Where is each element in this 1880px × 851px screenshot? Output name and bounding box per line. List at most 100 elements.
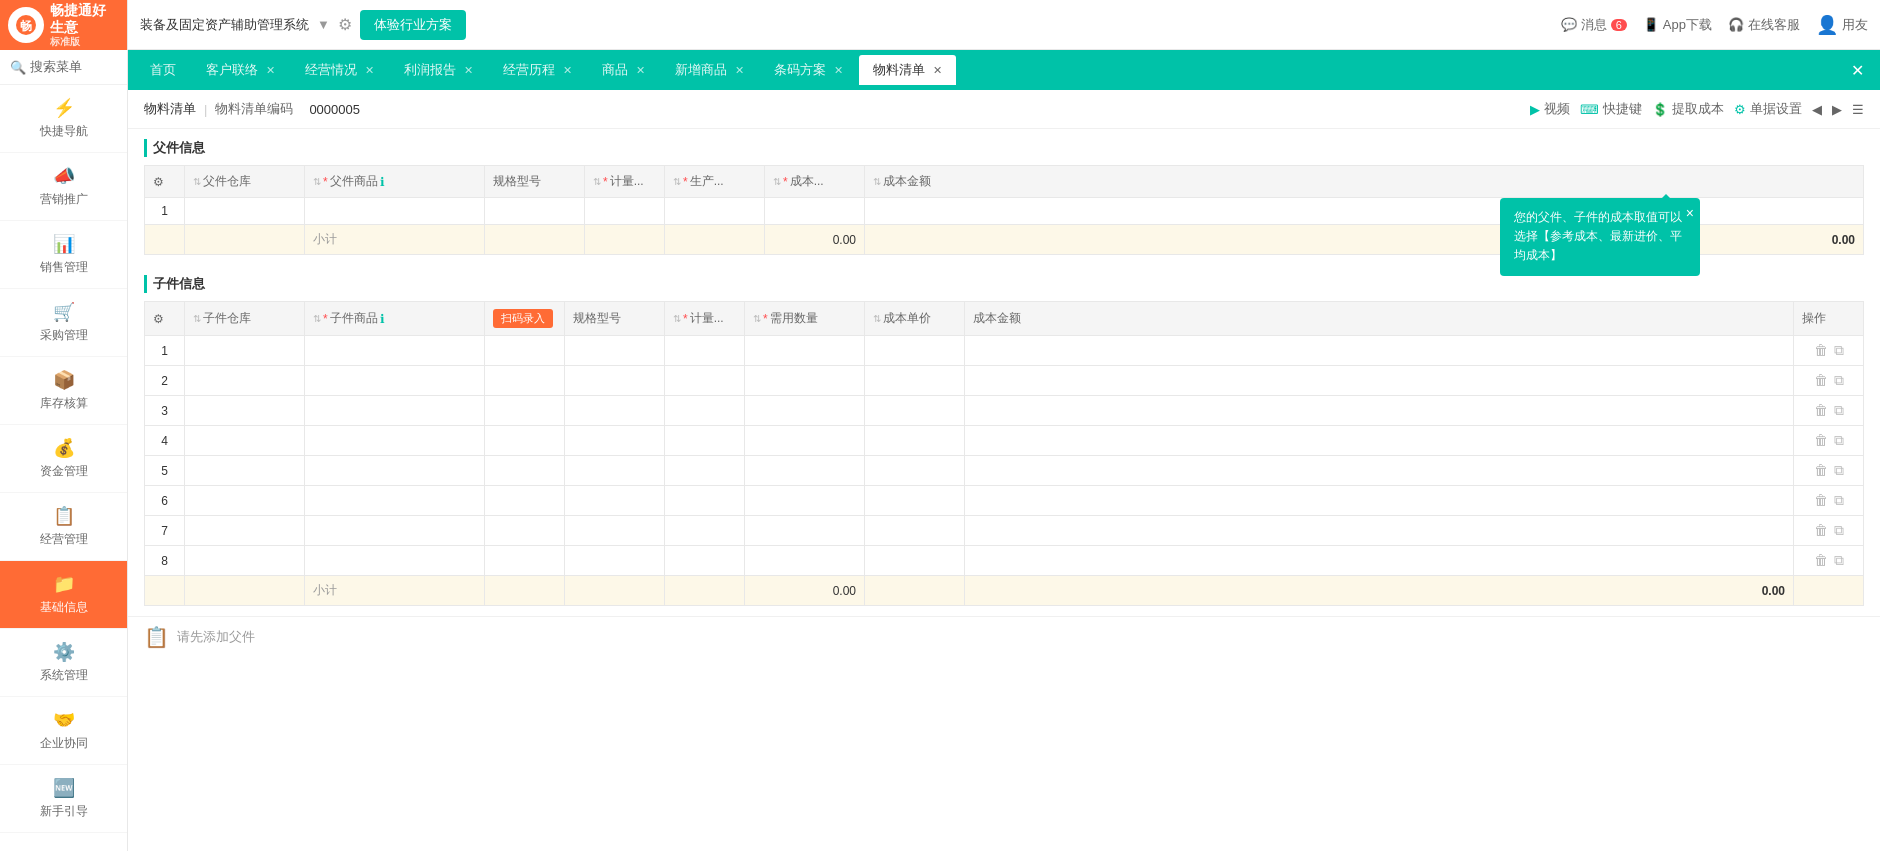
child-row-unit-6[interactable]	[665, 486, 745, 516]
child-row-warehouse-5[interactable]	[185, 456, 305, 486]
parent-row-cost-1[interactable]	[765, 198, 865, 225]
child-row-warehouse-1[interactable]	[185, 336, 305, 366]
child-row-amount-2[interactable]	[965, 366, 1794, 396]
sidebar-item-purchase[interactable]: 🛒 采购管理	[0, 289, 127, 357]
parent-row-spec-1[interactable]	[485, 198, 585, 225]
nav-prev-btn[interactable]: ◀	[1812, 102, 1822, 117]
child-row-product-3[interactable]	[305, 396, 485, 426]
child-row-price-2[interactable]	[865, 366, 965, 396]
child-row-warehouse-8[interactable]	[185, 546, 305, 576]
list-view-btn[interactable]: ☰	[1852, 102, 1864, 117]
nav-next-btn[interactable]: ▶	[1832, 102, 1842, 117]
child-row-warehouse-2[interactable]	[185, 366, 305, 396]
child-row-unit-8[interactable]	[665, 546, 745, 576]
child-row-qty-2[interactable]	[745, 366, 865, 396]
child-row-price-1[interactable]	[865, 336, 965, 366]
sidebar-item-finance[interactable]: 💰 资金管理	[0, 425, 127, 493]
child-row-product-6[interactable]	[305, 486, 485, 516]
tab-home[interactable]: 首页	[136, 55, 190, 85]
sidebar-item-system[interactable]: ⚙️ 系统管理	[0, 629, 127, 697]
child-row-price-4[interactable]	[865, 426, 965, 456]
child-row-qty-1[interactable]	[745, 336, 865, 366]
child-row-amount-3[interactable]	[965, 396, 1794, 426]
delete-icon-4[interactable]: 🗑	[1814, 432, 1828, 449]
sidebar-item-sales[interactable]: 📊 销售管理	[0, 221, 127, 289]
sidebar-item-quick-nav[interactable]: ⚡ 快捷导航	[0, 85, 127, 153]
tab-history[interactable]: 经营历程 ✕	[489, 55, 586, 85]
child-row-warehouse-4[interactable]	[185, 426, 305, 456]
online-service-btn[interactable]: 🎧 在线客服	[1728, 16, 1800, 34]
message-btn[interactable]: 💬 消息 6	[1561, 16, 1627, 34]
sidebar-item-basic-info[interactable]: 📁 基础信息	[0, 561, 127, 629]
view-btn[interactable]: ▶ 视频	[1530, 100, 1570, 118]
tab-new-product-close[interactable]: ✕	[735, 64, 744, 77]
tooltip-close-btn[interactable]: ×	[1686, 202, 1694, 224]
tab-bom-close[interactable]: ✕	[933, 64, 942, 77]
delete-icon-7[interactable]: 🗑	[1814, 522, 1828, 539]
trial-btn[interactable]: 体验行业方案	[360, 10, 466, 40]
copy-icon-4[interactable]: ⧉	[1834, 432, 1844, 449]
child-row-warehouse-6[interactable]	[185, 486, 305, 516]
tab-products-close[interactable]: ✕	[636, 64, 645, 77]
cost-btn[interactable]: 💲 提取成本	[1652, 100, 1724, 118]
child-row-unit-7[interactable]	[665, 516, 745, 546]
sidebar-item-operations[interactable]: 📋 经营管理	[0, 493, 127, 561]
tab-customer-close[interactable]: ✕	[266, 64, 275, 77]
delete-icon-2[interactable]: 🗑	[1814, 372, 1828, 389]
child-row-price-6[interactable]	[865, 486, 965, 516]
search-menu[interactable]: 🔍 搜索菜单	[0, 50, 127, 85]
copy-icon-3[interactable]: ⧉	[1834, 402, 1844, 419]
copy-icon-1[interactable]: ⧉	[1834, 342, 1844, 359]
child-row-spec-5[interactable]	[565, 456, 665, 486]
child-row-spec-6[interactable]	[565, 486, 665, 516]
tab-history-close[interactable]: ✕	[563, 64, 572, 77]
child-row-product-1[interactable]	[305, 336, 485, 366]
child-row-spec-1[interactable]	[565, 336, 665, 366]
settings-btn[interactable]: ⚙ 单据设置	[1734, 100, 1802, 118]
tab-ops-status-close[interactable]: ✕	[365, 64, 374, 77]
child-row-product-8[interactable]	[305, 546, 485, 576]
child-row-amount-1[interactable]	[965, 336, 1794, 366]
child-row-qty-6[interactable]	[745, 486, 865, 516]
sidebar-item-guide[interactable]: 🆕 新手引导	[0, 765, 127, 833]
child-row-amount-6[interactable]	[965, 486, 1794, 516]
delete-icon-1[interactable]: 🗑	[1814, 342, 1828, 359]
tab-bom[interactable]: 物料清单 ✕	[859, 55, 956, 85]
sidebar-item-inventory[interactable]: 📦 库存核算	[0, 357, 127, 425]
close-all-tabs-btn[interactable]: ✕	[1843, 57, 1872, 84]
child-row-amount-7[interactable]	[965, 516, 1794, 546]
child-row-product-2[interactable]	[305, 366, 485, 396]
tab-profit[interactable]: 利润报告 ✕	[390, 55, 487, 85]
copy-icon-7[interactable]: ⧉	[1834, 522, 1844, 539]
child-row-product-4[interactable]	[305, 426, 485, 456]
delete-icon-6[interactable]: 🗑	[1814, 492, 1828, 509]
child-row-spec-4[interactable]	[565, 426, 665, 456]
child-row-amount-5[interactable]	[965, 456, 1794, 486]
copy-icon-5[interactable]: ⧉	[1834, 462, 1844, 479]
child-row-spec-3[interactable]	[565, 396, 665, 426]
delete-icon-5[interactable]: 🗑	[1814, 462, 1828, 479]
child-row-unit-4[interactable]	[665, 426, 745, 456]
parent-row-produce-1[interactable]	[665, 198, 765, 225]
tab-new-product[interactable]: 新增商品 ✕	[661, 55, 758, 85]
child-row-amount-4[interactable]	[965, 426, 1794, 456]
child-row-product-5[interactable]	[305, 456, 485, 486]
child-row-spec-7[interactable]	[565, 516, 665, 546]
copy-icon-2[interactable]: ⧉	[1834, 372, 1844, 389]
tab-barcode[interactable]: 条码方案 ✕	[760, 55, 857, 85]
scan-btn[interactable]: 扫码录入	[493, 309, 553, 328]
settings-col-icon[interactable]: ⚙	[153, 175, 164, 189]
child-row-warehouse-3[interactable]	[185, 396, 305, 426]
copy-icon-8[interactable]: ⧉	[1834, 552, 1844, 569]
child-row-qty-3[interactable]	[745, 396, 865, 426]
child-row-qty-5[interactable]	[745, 456, 865, 486]
parent-row-warehouse-1[interactable]	[185, 198, 305, 225]
tab-customer[interactable]: 客户联络 ✕	[192, 55, 289, 85]
shortcut-btn[interactable]: ⌨ 快捷键	[1580, 100, 1642, 118]
user-btn[interactable]: 👤 用友	[1816, 14, 1868, 36]
child-row-qty-7[interactable]	[745, 516, 865, 546]
child-row-warehouse-7[interactable]	[185, 516, 305, 546]
tab-ops-status[interactable]: 经营情况 ✕	[291, 55, 388, 85]
child-row-unit-5[interactable]	[665, 456, 745, 486]
child-row-unit-2[interactable]	[665, 366, 745, 396]
